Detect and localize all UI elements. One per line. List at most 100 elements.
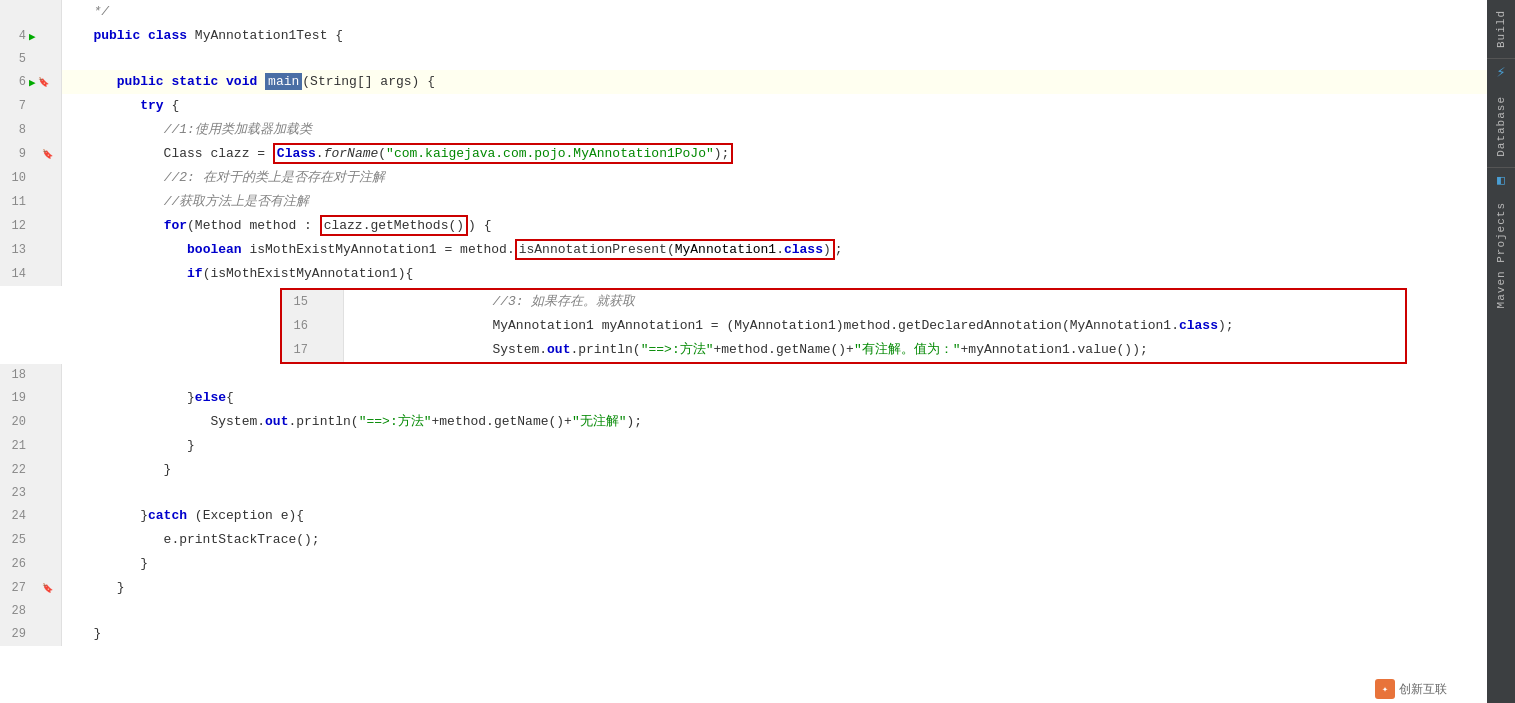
sidebar-icon-maven: ◧ [1493,168,1509,192]
code-content: if(isMothExistMyAnnotation1){ [62,262,1487,286]
code-content: e.printStackTrace(); [62,528,1487,552]
run-arrow-icon[interactable]: ▶ [29,30,36,43]
code-content: public static void main(String[] args) { [62,70,1487,94]
line-gutter: 15 [282,290,344,314]
code-row: 21 } [0,434,1487,458]
line-number: 5 [4,52,26,66]
line-gutter: 9🔖 [0,142,62,166]
line-number: 23 [4,486,26,500]
line-number: 8 [4,123,26,137]
sidebar-tab-maven[interactable]: Maven Projects [1489,192,1513,318]
line-number: 21 [4,439,26,453]
code-row: 9🔖 Class clazz = Class.forName("com.kaig… [0,142,1487,166]
sidebar-tab-build[interactable]: Build [1489,0,1513,58]
run-arrow-icon[interactable]: ▶ [29,76,36,89]
code-row: 23 [0,482,1487,504]
code-row: */ [0,0,1487,24]
code-row: 16 MyAnnotation1 myAnnotation1 = (MyAnno… [282,314,1405,338]
line-gutter: 26 [0,552,62,576]
line-gutter: 5 [0,48,62,70]
line-number: 26 [4,557,26,571]
code-content: }else{ [62,386,1487,410]
line-gutter: 18 [0,364,62,386]
line-gutter: 27 🔖 [0,576,62,600]
code-content: System.out.println("==>:方法"+method.getNa… [62,410,1487,434]
code-row: 27🔖 } [0,576,1487,600]
line-number: 28 [4,604,26,618]
sidebar-tab-database[interactable]: Database [1489,86,1513,167]
line-gutter: 22 [0,458,62,482]
line-gutter: 28 [0,600,62,622]
line-number: 15 [286,295,308,309]
code-row: 13 boolean isMothExistMyAnnotation1 = me… [0,238,1487,262]
code-content: //3: 如果存在。就获取 [344,290,1405,314]
code-content: */ [62,0,1487,24]
line-gutter: 14 [0,262,62,286]
code-row: 26 } [0,552,1487,576]
code-row: 22 } [0,458,1487,482]
line-number: 19 [4,391,26,405]
line-number: 7 [4,99,26,113]
line-number: 12 [4,219,26,233]
code-row: 8 //1:使用类加载器加载类 [0,118,1487,142]
line-gutter [0,0,62,24]
line-gutter: 29 [0,622,62,646]
code-content [62,600,1487,622]
line-gutter: 6▶🔖 [0,70,62,94]
code-row: 29 } [0,622,1487,646]
code-content: //2: 在对于的类上是否存在对于注解 [62,166,1487,190]
line-gutter: 10 [0,166,62,190]
line-number: 16 [286,319,308,333]
line-gutter: 7 [0,94,62,118]
line-number: 13 [4,243,26,257]
code-content: //1:使用类加载器加载类 [62,118,1487,142]
code-row: 10 //2: 在对于的类上是否存在对于注解 [0,166,1487,190]
sidebar-icon-db: ⚡ [1492,59,1509,86]
code-content: } [62,622,1487,646]
code-row: 18 [0,364,1487,386]
code-content: try { [62,94,1487,118]
line-gutter: 12 [0,214,62,238]
line-gutter: 8 [0,118,62,142]
line-number: 17 [286,343,308,357]
code-row: 28 [0,600,1487,622]
line-number: 4 [4,29,26,43]
code-row: 11 //获取方法上是否有注解 [0,190,1487,214]
code-row: 17 System.out.println("==>:方法"+method.ge… [282,338,1405,362]
code-content [62,364,1487,386]
code-content [62,482,1487,504]
code-row: 12 for(Method method : clazz.getMethods(… [0,214,1487,238]
line-gutter: 13 [0,238,62,262]
code-row: 25 e.printStackTrace(); [0,528,1487,552]
code-row: 5 [0,48,1487,70]
bookmark-icon[interactable]: 🔖 [42,149,53,160]
line-gutter: 19 [0,386,62,410]
code-row: 24 }catch (Exception e){ [0,504,1487,528]
code-editor: */4▶ public class MyAnnotation1Test {56▶… [0,0,1487,703]
code-content: } [62,434,1487,458]
line-gutter: 21 [0,434,62,458]
code-lines-container: */4▶ public class MyAnnotation1Test {56▶… [0,0,1487,703]
code-row: 6▶🔖 public static void main(String[] arg… [0,70,1487,94]
code-content: for(Method method : clazz.getMethods()) … [62,214,1487,238]
code-row: 20 System.out.println("==>:方法"+method.ge… [0,410,1487,434]
line-number: 20 [4,415,26,429]
line-number: 27 [4,581,26,595]
line-gutter: 20 [0,410,62,434]
line-number: 25 [4,533,26,547]
line-gutter: 4▶ [0,24,62,48]
line-gutter: 16 [282,314,344,338]
bookmark-icon[interactable]: 🔖 [42,583,53,594]
bookmark-icon[interactable]: 🔖 [38,77,49,88]
line-gutter: 25 [0,528,62,552]
line-number: 14 [4,267,26,281]
watermark: ✦ 创新互联 [1375,679,1447,699]
code-content: } [62,458,1487,482]
code-content: boolean isMothExistMyAnnotation1 = metho… [62,238,1487,262]
line-number: 6 [4,75,26,89]
line-gutter: 11 [0,190,62,214]
code-content: System.out.println("==>:方法"+method.getNa… [344,338,1405,362]
line-gutter: 24 [0,504,62,528]
line-number: 29 [4,627,26,641]
code-content: public class MyAnnotation1Test { [62,24,1487,48]
